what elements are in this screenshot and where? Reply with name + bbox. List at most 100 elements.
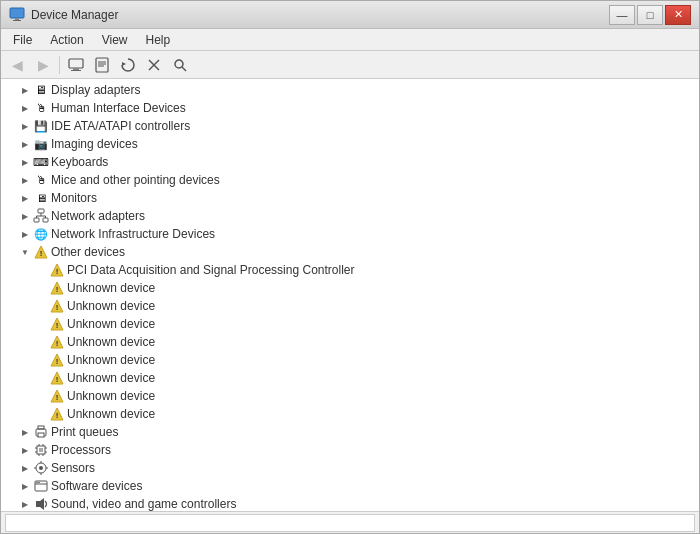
svg-rect-0 [10, 8, 24, 18]
label-hid: Human Interface Devices [51, 101, 186, 115]
expander-mice[interactable] [17, 172, 33, 188]
expander-monitors[interactable] [17, 190, 33, 206]
tree-item-infra[interactable]: Network Infrastructure Devices [1, 225, 699, 243]
menu-action[interactable]: Action [42, 31, 91, 49]
expander-unknown-7 [33, 388, 49, 404]
svg-rect-3 [69, 59, 83, 68]
label-network: Network adapters [51, 209, 145, 223]
svg-text:!: ! [40, 249, 43, 258]
tree-item-display[interactable]: Display adapters [1, 81, 699, 99]
tree-item-processors[interactable]: Processors [1, 441, 699, 459]
unknown-4-icon: ! [49, 334, 65, 350]
hid-icon [33, 100, 49, 116]
tree-item-unknown-7[interactable]: ! Unknown device [1, 387, 699, 405]
label-unknown-7: Unknown device [67, 389, 155, 403]
forward-button[interactable]: ▶ [31, 54, 55, 76]
ide-icon [33, 118, 49, 134]
expander-unknown-8 [33, 406, 49, 422]
expander-sound[interactable] [17, 496, 33, 511]
svg-text:!: ! [56, 357, 59, 366]
svg-rect-16 [34, 218, 39, 222]
svg-text:!: ! [56, 321, 59, 330]
expander-unknown-2 [33, 298, 49, 314]
svg-text:!: ! [56, 393, 59, 402]
tree-item-software[interactable]: Software devices [1, 477, 699, 495]
tree-item-monitors[interactable]: Monitors [1, 189, 699, 207]
tree-item-unknown-2[interactable]: ! Unknown device [1, 297, 699, 315]
svg-rect-44 [38, 433, 44, 437]
update-button[interactable] [116, 54, 140, 76]
pci-icon: ! [49, 262, 65, 278]
scan-button[interactable] [168, 54, 192, 76]
svg-text:!: ! [56, 411, 59, 420]
unknown-8-icon: ! [49, 406, 65, 422]
maximize-button[interactable]: □ [637, 5, 663, 25]
computer-button[interactable] [64, 54, 88, 76]
tree-item-print[interactable]: Print queues [1, 423, 699, 441]
expander-ide[interactable] [17, 118, 33, 134]
tree-item-other[interactable]: ! Other devices [1, 243, 699, 261]
tree-item-network[interactable]: Network adapters [1, 207, 699, 225]
device-tree[interactable]: Display adapters Human Interface Devices… [1, 79, 699, 511]
menu-view[interactable]: View [94, 31, 136, 49]
menu-help[interactable]: Help [138, 31, 179, 49]
expander-hid[interactable] [17, 100, 33, 116]
close-button[interactable]: ✕ [665, 5, 691, 25]
label-monitors: Monitors [51, 191, 97, 205]
expander-pci [33, 262, 49, 278]
svg-rect-46 [39, 448, 43, 452]
expander-unknown-4 [33, 334, 49, 350]
svg-marker-10 [122, 62, 126, 66]
status-text [5, 514, 695, 532]
expander-display[interactable] [17, 82, 33, 98]
expander-unknown-5 [33, 352, 49, 368]
svg-rect-4 [73, 68, 79, 70]
uninstall-button[interactable] [142, 54, 166, 76]
tree-item-unknown-3[interactable]: ! Unknown device [1, 315, 699, 333]
properties-button[interactable] [90, 54, 114, 76]
label-print: Print queues [51, 425, 118, 439]
tree-item-unknown-1[interactable]: ! Unknown device [1, 279, 699, 297]
svg-rect-5 [71, 70, 81, 71]
unknown-7-icon: ! [49, 388, 65, 404]
tree-item-sound[interactable]: Sound, video and game controllers [1, 495, 699, 511]
tree-item-mice[interactable]: Mice and other pointing devices [1, 171, 699, 189]
back-button[interactable]: ◀ [5, 54, 29, 76]
menu-file[interactable]: File [5, 31, 40, 49]
label-infra: Network Infrastructure Devices [51, 227, 215, 241]
tree-item-unknown-8[interactable]: ! Unknown device [1, 405, 699, 423]
tree-item-hid[interactable]: Human Interface Devices [1, 99, 699, 117]
expander-imaging[interactable] [17, 136, 33, 152]
expander-software[interactable] [17, 478, 33, 494]
toolbar: ◀ ▶ [1, 51, 699, 79]
expander-print[interactable] [17, 424, 33, 440]
label-display: Display adapters [51, 83, 140, 97]
expander-keyboards[interactable] [17, 154, 33, 170]
network-icon [33, 208, 49, 224]
expander-other[interactable] [17, 244, 33, 260]
software-icon [33, 478, 49, 494]
expander-infra[interactable] [17, 226, 33, 242]
label-unknown-4: Unknown device [67, 335, 155, 349]
tree-item-sensors[interactable]: Sensors [1, 459, 699, 477]
tree-item-unknown-5[interactable]: ! Unknown device [1, 351, 699, 369]
tree-item-unknown-4[interactable]: ! Unknown device [1, 333, 699, 351]
label-unknown-2: Unknown device [67, 299, 155, 313]
mouse-icon [33, 172, 49, 188]
unknown-3-icon: ! [49, 316, 65, 332]
label-unknown-3: Unknown device [67, 317, 155, 331]
tree-item-ide[interactable]: IDE ATA/ATAPI controllers [1, 117, 699, 135]
svg-text:!: ! [56, 303, 59, 312]
tree-item-pci[interactable]: ! PCI Data Acquisition and Signal Proces… [1, 261, 699, 279]
svg-text:!: ! [56, 285, 59, 294]
svg-point-64 [38, 482, 40, 484]
unknown-6-icon: ! [49, 370, 65, 386]
tree-item-imaging[interactable]: Imaging devices [1, 135, 699, 153]
tree-item-unknown-6[interactable]: ! Unknown device [1, 369, 699, 387]
tree-item-keyboards[interactable]: Keyboards [1, 153, 699, 171]
expander-sensors[interactable] [17, 460, 33, 476]
expander-processors[interactable] [17, 442, 33, 458]
expander-unknown-3 [33, 316, 49, 332]
expander-network[interactable] [17, 208, 33, 224]
minimize-button[interactable]: — [609, 5, 635, 25]
